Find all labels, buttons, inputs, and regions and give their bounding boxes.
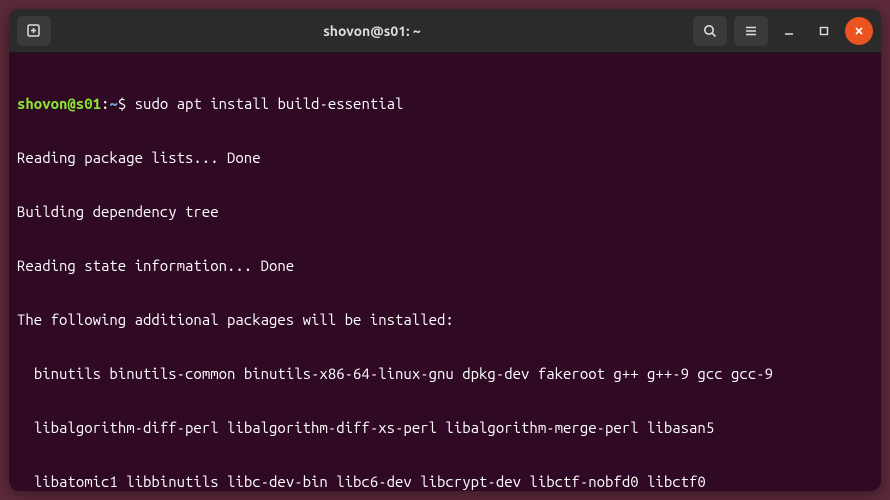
search-button[interactable]: [693, 16, 727, 46]
new-tab-button[interactable]: [17, 16, 51, 46]
minimize-icon: [783, 25, 795, 37]
prompt-dollar: $: [118, 95, 135, 112]
maximize-button[interactable]: [810, 17, 838, 45]
menu-button[interactable]: [734, 16, 768, 46]
close-button[interactable]: [845, 17, 873, 45]
hamburger-icon: [743, 23, 759, 39]
output-line: libatomic1 libbinutils libc-dev-bin libc…: [17, 473, 877, 491]
output-line: Reading package lists... Done: [17, 149, 877, 167]
output-line: Reading state information... Done: [17, 257, 877, 275]
terminal-window: shovon@s01: ~: [9, 9, 881, 491]
output-line: The following additional packages will b…: [17, 311, 877, 329]
terminal-body[interactable]: shovon@s01:~$ sudo apt install build-ess…: [9, 53, 881, 491]
prompt-path: ~: [109, 95, 117, 112]
window-title: shovon@s01: ~: [51, 23, 693, 39]
search-icon: [702, 23, 718, 39]
typed-command: sudo apt install build-essential: [135, 95, 404, 112]
prompt-line: shovon@s01:~$ sudo apt install build-ess…: [17, 95, 877, 113]
maximize-icon: [818, 25, 830, 37]
output-line: libalgorithm-diff-perl libalgorithm-diff…: [17, 419, 877, 437]
prompt-user-host: shovon@s01: [17, 95, 101, 112]
minimize-button[interactable]: [775, 17, 803, 45]
close-icon: [853, 25, 865, 37]
output-line: binutils binutils-common binutils-x86-64…: [17, 365, 877, 383]
new-tab-icon: [26, 23, 42, 39]
output-line: Building dependency tree: [17, 203, 877, 221]
titlebar: shovon@s01: ~: [9, 9, 881, 53]
